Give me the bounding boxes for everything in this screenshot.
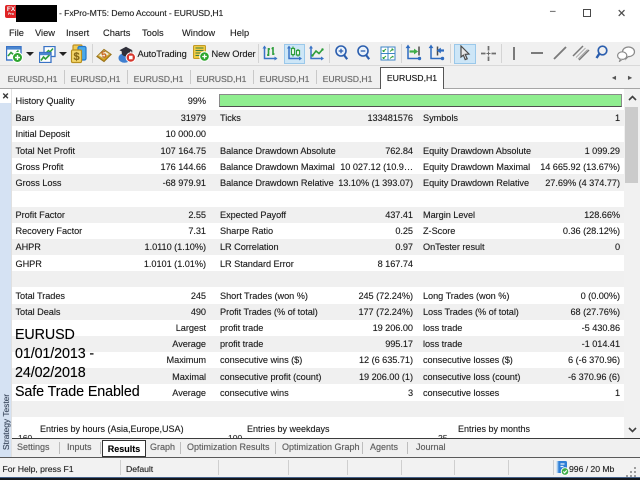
svg-text:$: $ (73, 51, 79, 63)
